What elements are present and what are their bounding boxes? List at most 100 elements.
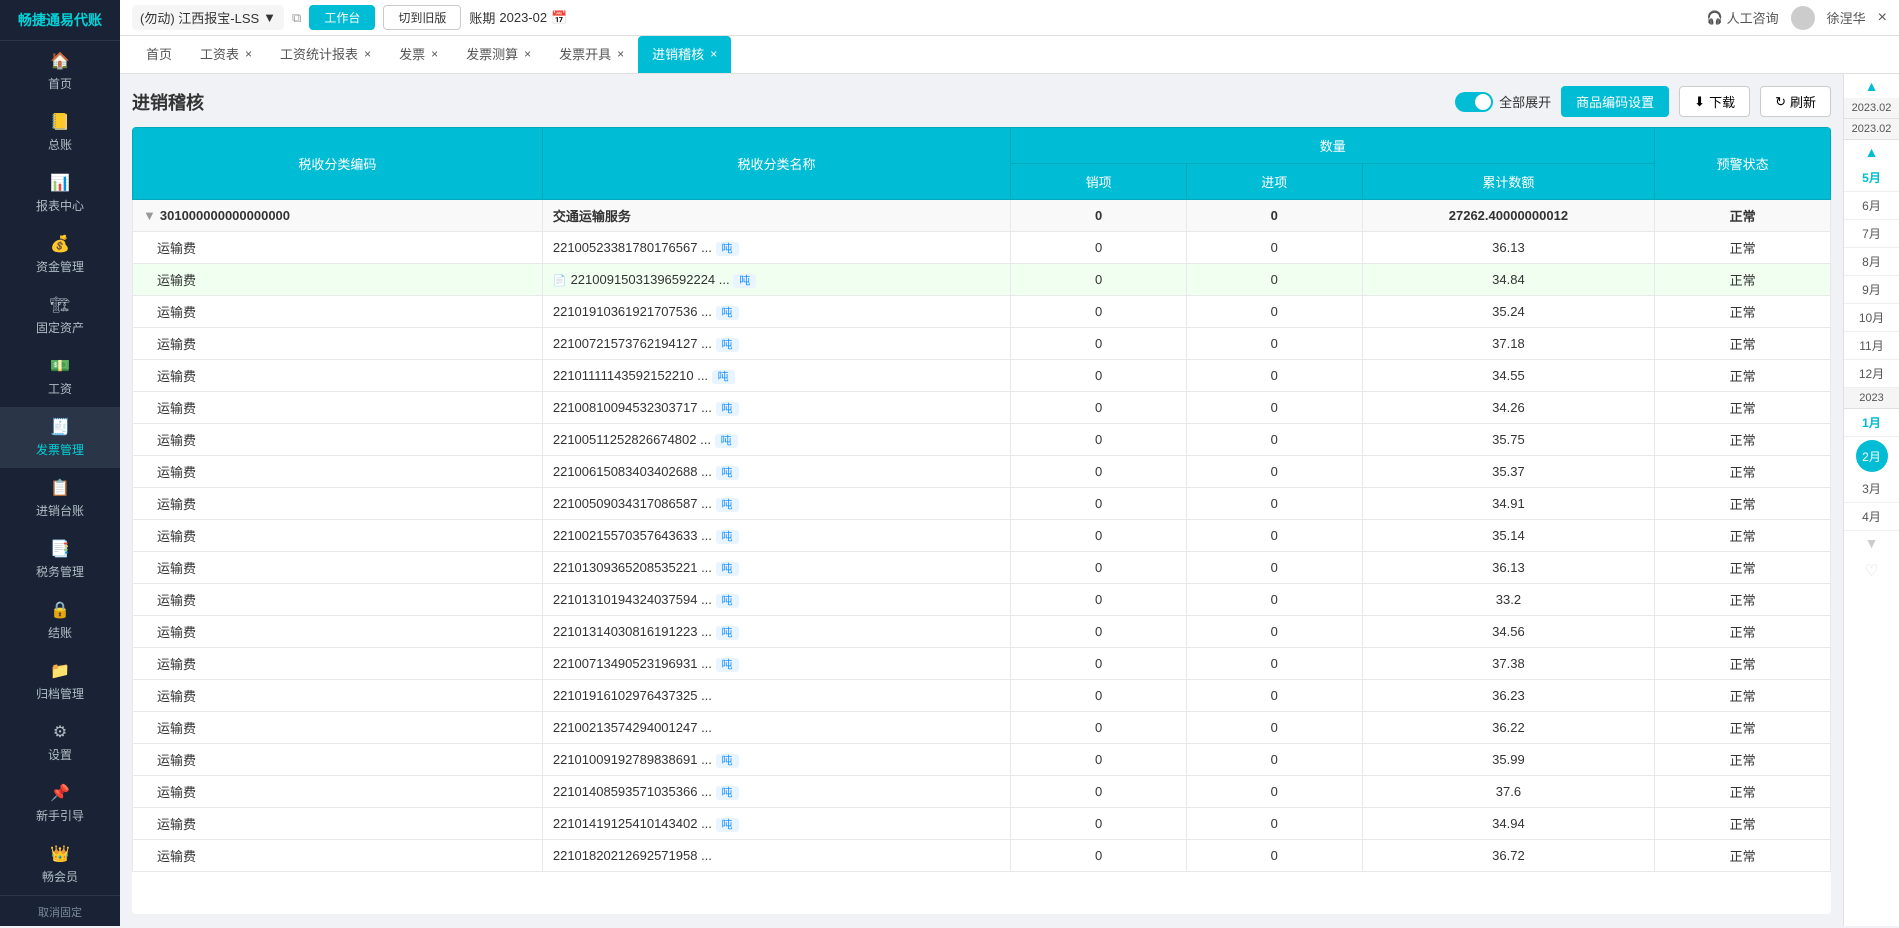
calendar-month-7[interactable]: 7月 [1844, 220, 1899, 248]
copy-icon[interactable]: ⧉ [292, 10, 301, 26]
cell-status: 正常 [1655, 584, 1831, 616]
tab-close-salary-stats[interactable]: × [364, 47, 371, 61]
tab-salary-stats[interactable]: 工资统计报表 × [266, 36, 385, 73]
tab-invoice-calc[interactable]: 发票测算 × [452, 36, 545, 73]
sidebar-item-settings[interactable]: ⚙ 设置 [0, 712, 120, 773]
cell-purchase: 0 [1186, 648, 1362, 680]
calendar-scroll-down[interactable]: ▼ [1844, 531, 1899, 555]
close-book-icon: 🔒 [50, 600, 70, 620]
tab-close-salary[interactable]: × [245, 47, 252, 61]
sidebar-item-home[interactable]: 🏠 首页 [0, 41, 120, 102]
tab-salary[interactable]: 工资表 × [186, 36, 266, 73]
cell-name: 运输费 [133, 456, 543, 488]
switch-old-button[interactable]: 切到旧版 [383, 5, 461, 30]
refresh-btn[interactable]: ↻ 刷新 [1760, 86, 1831, 117]
sidebar-item-ledger[interactable]: 📒 总账 [0, 102, 120, 163]
cell-cumulative: 37.38 [1362, 648, 1655, 680]
pin-toggle[interactable]: 取消固定 [0, 895, 120, 928]
tab-invoice[interactable]: 发票 × [385, 36, 452, 73]
content-main: 进销稽核 全部展开 商品编码设置 ⬇ 下载 ↻ 刷新 [120, 74, 1843, 926]
tab-invoice-open[interactable]: 发票开具 × [545, 36, 638, 73]
calendar-scroll-up[interactable]: ▲ [1844, 140, 1899, 164]
sidebar-item-archive[interactable]: 📁 归档管理 [0, 651, 120, 712]
tab-close-invoice[interactable]: × [431, 47, 438, 61]
cell-sales: 0 [1011, 808, 1187, 840]
window-close-btn[interactable]: × [1878, 9, 1887, 27]
calendar-icon[interactable]: 📅 [551, 10, 567, 26]
calendar-month-6[interactable]: 6月 [1844, 192, 1899, 220]
cell-code: ▼301000000000000000 [133, 200, 543, 232]
cell-taxcode-full: 22100511252826674802 ... 吨 [542, 424, 1010, 456]
cell-cumulative: 34.94 [1362, 808, 1655, 840]
calendar-month-12[interactable]: 12月 [1844, 360, 1899, 388]
sidebar-item-label: 工资 [48, 380, 72, 397]
cell-purchase: 0 [1186, 808, 1362, 840]
cell-cumulative: 33.2 [1362, 584, 1655, 616]
tab-sales-check[interactable]: 进销稽核 × [638, 36, 731, 73]
main-area: (勿动) 江西报宝-LSS ▼ ⧉ 工作台 切到旧版 账期 2023-02 📅 … [120, 0, 1899, 926]
th-tax-name: 税收分类名称 [542, 128, 1010, 200]
calendar-month-8[interactable]: 8月 [1844, 248, 1899, 276]
cell-cumulative: 36.23 [1362, 680, 1655, 712]
toggle-switch[interactable] [1455, 92, 1493, 112]
table-row: 运输费 22101916102976437325 ... 0 0 36.23 正… [133, 680, 1831, 712]
calendar-month-9[interactable]: 9月 [1844, 276, 1899, 304]
sidebar-item-label: 税务管理 [36, 563, 84, 580]
settings-icon: ⚙ [53, 722, 67, 742]
cell-taxcode-full: 22101820212692571958 ... [542, 840, 1010, 872]
cell-taxcode-full: 22100713490523196931 ... 吨 [542, 648, 1010, 680]
sidebar-item-label: 进销台账 [36, 502, 84, 519]
calendar-month-11[interactable]: 11月 [1844, 332, 1899, 360]
cell-cumulative: 34.91 [1362, 488, 1655, 520]
cell-sales: 0 [1011, 648, 1187, 680]
cell-sales: 0 [1011, 456, 1187, 488]
table-row: 运输费 📄22100915031396592224 ... 吨 0 0 34.8… [133, 264, 1831, 296]
sidebar-item-reports[interactable]: 📊 报表中心 [0, 163, 120, 224]
calendar-month-1[interactable]: 1月 [1844, 409, 1899, 437]
calendar-month-5[interactable]: 5月 [1844, 164, 1899, 192]
calendar-month-10[interactable]: 10月 [1844, 304, 1899, 332]
tab-close-sales-check[interactable]: × [710, 47, 717, 61]
sidebar-item-guide[interactable]: 📌 新手引导 [0, 773, 120, 834]
expand-toggle[interactable]: 全部展开 [1455, 92, 1551, 112]
download-btn[interactable]: ⬇ 下载 [1679, 86, 1750, 117]
sidebar-item-tax[interactable]: 📑 税务管理 [0, 529, 120, 590]
cell-name: 运输费 [133, 648, 543, 680]
tab-close-invoice-calc[interactable]: × [524, 47, 531, 61]
cell-cumulative: 27262.40000000012 [1362, 200, 1655, 232]
cell-name: 运输费 [133, 520, 543, 552]
calendar-nav-up[interactable]: ▲ [1844, 74, 1899, 98]
calendar-month-4[interactable]: 4月 [1844, 503, 1899, 531]
calendar-month-3[interactable]: 3月 [1844, 475, 1899, 503]
sidebar-item-wages[interactable]: 💵 工资 [0, 346, 120, 407]
table-scroll[interactable]: 税收分类编码 税收分类名称 数量 预警状态 销项 进项 累计数额 [132, 127, 1831, 914]
cell-name: 运输费 [133, 840, 543, 872]
cell-cumulative: 34.26 [1362, 392, 1655, 424]
sidebar-item-capital[interactable]: 💰 资金管理 [0, 224, 120, 285]
sidebar-item-close[interactable]: 🔒 结账 [0, 590, 120, 651]
sidebar-item-member[interactable]: 👑 畅会员 [0, 834, 120, 895]
table-row: 运输费 22101314030816191223 ... 吨 0 0 34.56… [133, 616, 1831, 648]
goods-code-btn[interactable]: 商品编码设置 [1561, 86, 1669, 117]
calendar-month-2-active[interactable]: 2月 [1856, 440, 1888, 472]
sidebar-item-fixed[interactable]: 🏗 固定资产 [0, 285, 120, 346]
tab-home[interactable]: 首页 [132, 36, 186, 73]
sidebar-item-sales-desk[interactable]: 📋 进销台账 [0, 468, 120, 529]
calendar-year-label-2: 2023.02 [1844, 119, 1899, 140]
cell-purchase: 0 [1186, 744, 1362, 776]
cell-purchase: 0 [1186, 584, 1362, 616]
tab-close-invoice-open[interactable]: × [617, 47, 624, 61]
table-row: ▼301000000000000000 交通运输服务 0 0 27262.400… [133, 200, 1831, 232]
workbench-button[interactable]: 工作台 [309, 5, 375, 30]
cell-status: 正常 [1655, 232, 1831, 264]
table-row: 运输费 22101910361921707536 ... 吨 0 0 35.24… [133, 296, 1831, 328]
user-name: 徐涅华 [1827, 8, 1866, 27]
sales-desk-icon: 📋 [50, 478, 70, 498]
support-btn[interactable]: 🎧 人工咨询 [1706, 8, 1778, 27]
cell-sales: 0 [1011, 520, 1187, 552]
sidebar-item-invoice[interactable]: 🧾 发票管理 [0, 407, 120, 468]
cell-sales: 0 [1011, 584, 1187, 616]
company-selector[interactable]: (勿动) 江西报宝-LSS ▼ [132, 5, 284, 30]
right-calendar-panel: ▲ 2023.02 2023.02 ▲ 5月 6月 7月 8月 9月 10月 1… [1843, 74, 1899, 926]
cell-cumulative: 36.13 [1362, 552, 1655, 584]
